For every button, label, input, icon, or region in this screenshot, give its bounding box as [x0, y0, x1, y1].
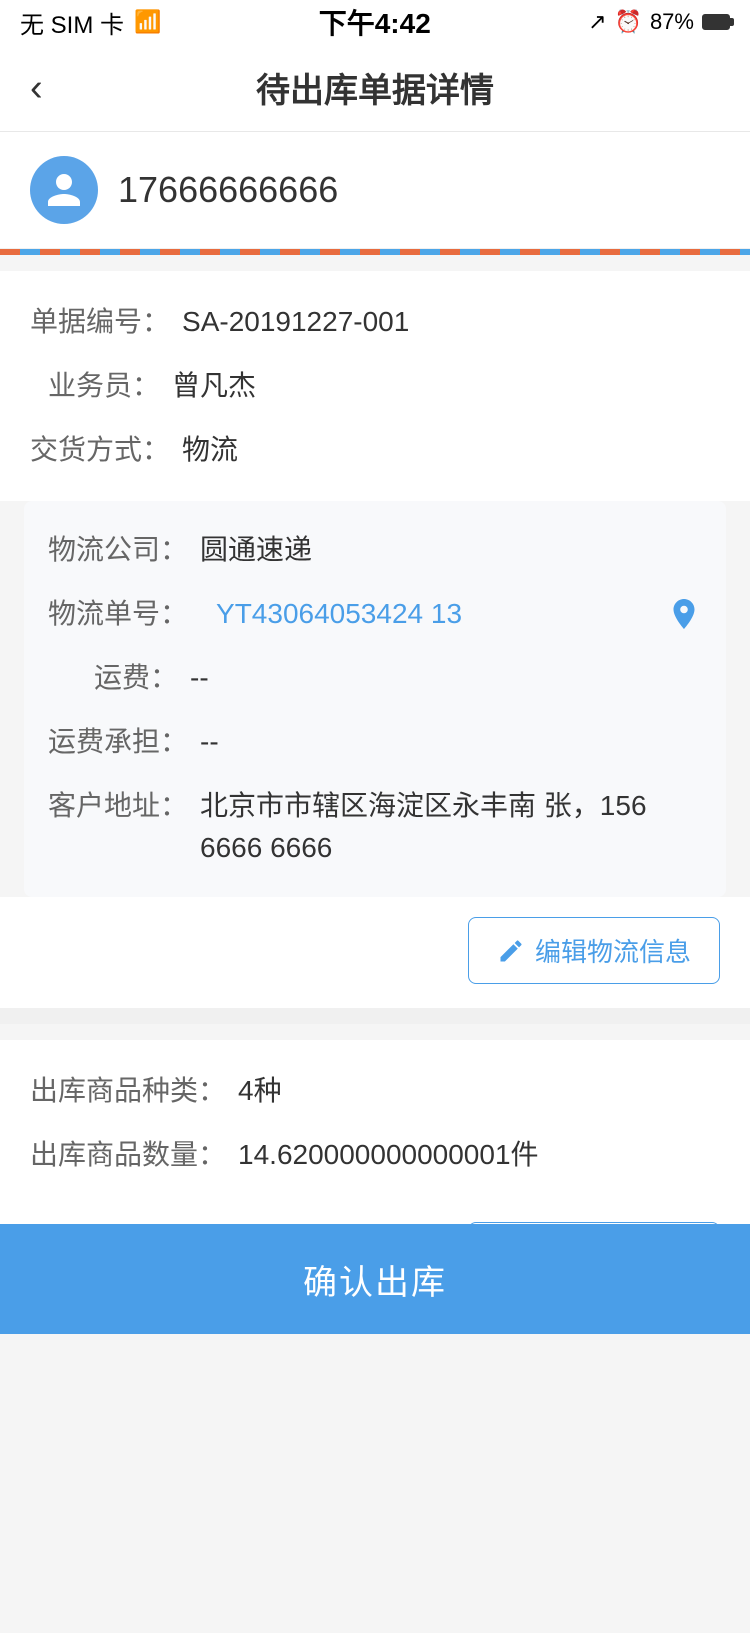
logistics-company-value: 圆通速递 [200, 529, 702, 571]
freight-bearer-label: 运费承担： [48, 721, 188, 763]
address-label: 客户地址： [48, 785, 188, 827]
tracking-label: 物流单号： [48, 593, 188, 635]
edit-icon [497, 937, 525, 965]
order-no-label: 单据编号： [30, 301, 170, 343]
alarm-icon: ⏰ [615, 9, 642, 35]
confirm-button[interactable]: 确认出库 [0, 1224, 750, 1334]
carrier-label: 无 SIM 卡 [20, 5, 124, 40]
avatar [30, 156, 98, 224]
order-no-value: SA-20191227-001 [182, 301, 720, 343]
logistics-section: 物流公司： 圆通速递 物流单号： YT43064053424 13 运费： --… [24, 501, 726, 897]
freight-row: 运费： -- [48, 657, 702, 699]
freight-label: 运费： [48, 657, 178, 699]
product-types-label: 出库商品种类： [30, 1070, 226, 1112]
product-qty-label: 出库商品数量： [30, 1134, 226, 1176]
order-info-section: 单据编号： SA-20191227-001 业务员： 曾凡杰 交货方式： 物流 [0, 271, 750, 501]
status-bar: 无 SIM 卡 📶 下午4:42 ↗ ⏰ 87% [0, 0, 750, 44]
confirm-label: 确认出库 [303, 1255, 447, 1304]
status-right: ↗ ⏰ 87% [588, 9, 730, 35]
logistics-company-row: 物流公司： 圆通速递 [48, 529, 702, 571]
delivery-method-row: 交货方式： 物流 [30, 429, 720, 471]
location-status-icon: ↗ [588, 9, 606, 35]
battery-icon [702, 14, 730, 30]
edit-logistics-btn-row: 编辑物流信息 [0, 897, 750, 1008]
product-qty-value: 14.620000000000001件 [238, 1134, 720, 1176]
content: 17666666666 单据编号： SA-20191227-001 业务员： 曾… [0, 132, 750, 1633]
freight-value: -- [190, 657, 702, 699]
tracking-row: 物流单号： YT43064053424 13 [48, 593, 702, 635]
freight-bearer-value: -- [200, 721, 702, 763]
map-pin-icon[interactable] [666, 596, 702, 632]
logistics-company-label: 物流公司： [48, 529, 188, 571]
freight-bearer-row: 运费承担： -- [48, 721, 702, 763]
back-button[interactable]: ‹ [30, 69, 43, 107]
edit-logistics-button[interactable]: 编辑物流信息 [468, 917, 720, 984]
order-no-row: 单据编号： SA-20191227-001 [30, 301, 720, 343]
customer-phone: 17666666666 [118, 169, 338, 211]
status-left: 无 SIM 卡 📶 [20, 5, 161, 40]
delivery-method-label: 交货方式： [30, 429, 170, 471]
customer-card: 17666666666 [0, 132, 750, 249]
page-title: 待出库单据详情 [256, 63, 494, 112]
address-value: 北京市市辖区海淀区永丰南 张，156 6666 6666 [200, 785, 702, 869]
address-row: 客户地址： 北京市市辖区海淀区永丰南 张，156 6666 6666 [48, 785, 702, 869]
nav-bar: ‹ 待出库单据详情 [0, 44, 750, 132]
dashed-separator [0, 249, 750, 255]
edit-logistics-label: 编辑物流信息 [535, 932, 691, 969]
product-types-row: 出库商品种类： 4种 [30, 1070, 720, 1112]
product-qty-row: 出库商品数量： 14.620000000000001件 [30, 1134, 720, 1176]
tracking-value: YT43064053424 13 [216, 593, 650, 635]
wifi-icon: 📶 [134, 9, 161, 35]
salesperson-value: 曾凡杰 [172, 365, 720, 407]
user-icon [44, 170, 84, 210]
product-types-value: 4种 [238, 1070, 720, 1112]
stockout-section: 出库商品种类： 4种 出库商品数量： 14.620000000000001件 [0, 1040, 750, 1206]
salesperson-label: 业务员： [30, 365, 160, 407]
delivery-method-value: 物流 [182, 429, 720, 471]
salesperson-row: 业务员： 曾凡杰 [30, 365, 720, 407]
battery-percent: 87% [650, 9, 694, 35]
status-time: 下午4:42 [319, 2, 431, 42]
bottom-spacer [0, 1313, 750, 1513]
section-divider-1 [0, 1008, 750, 1024]
